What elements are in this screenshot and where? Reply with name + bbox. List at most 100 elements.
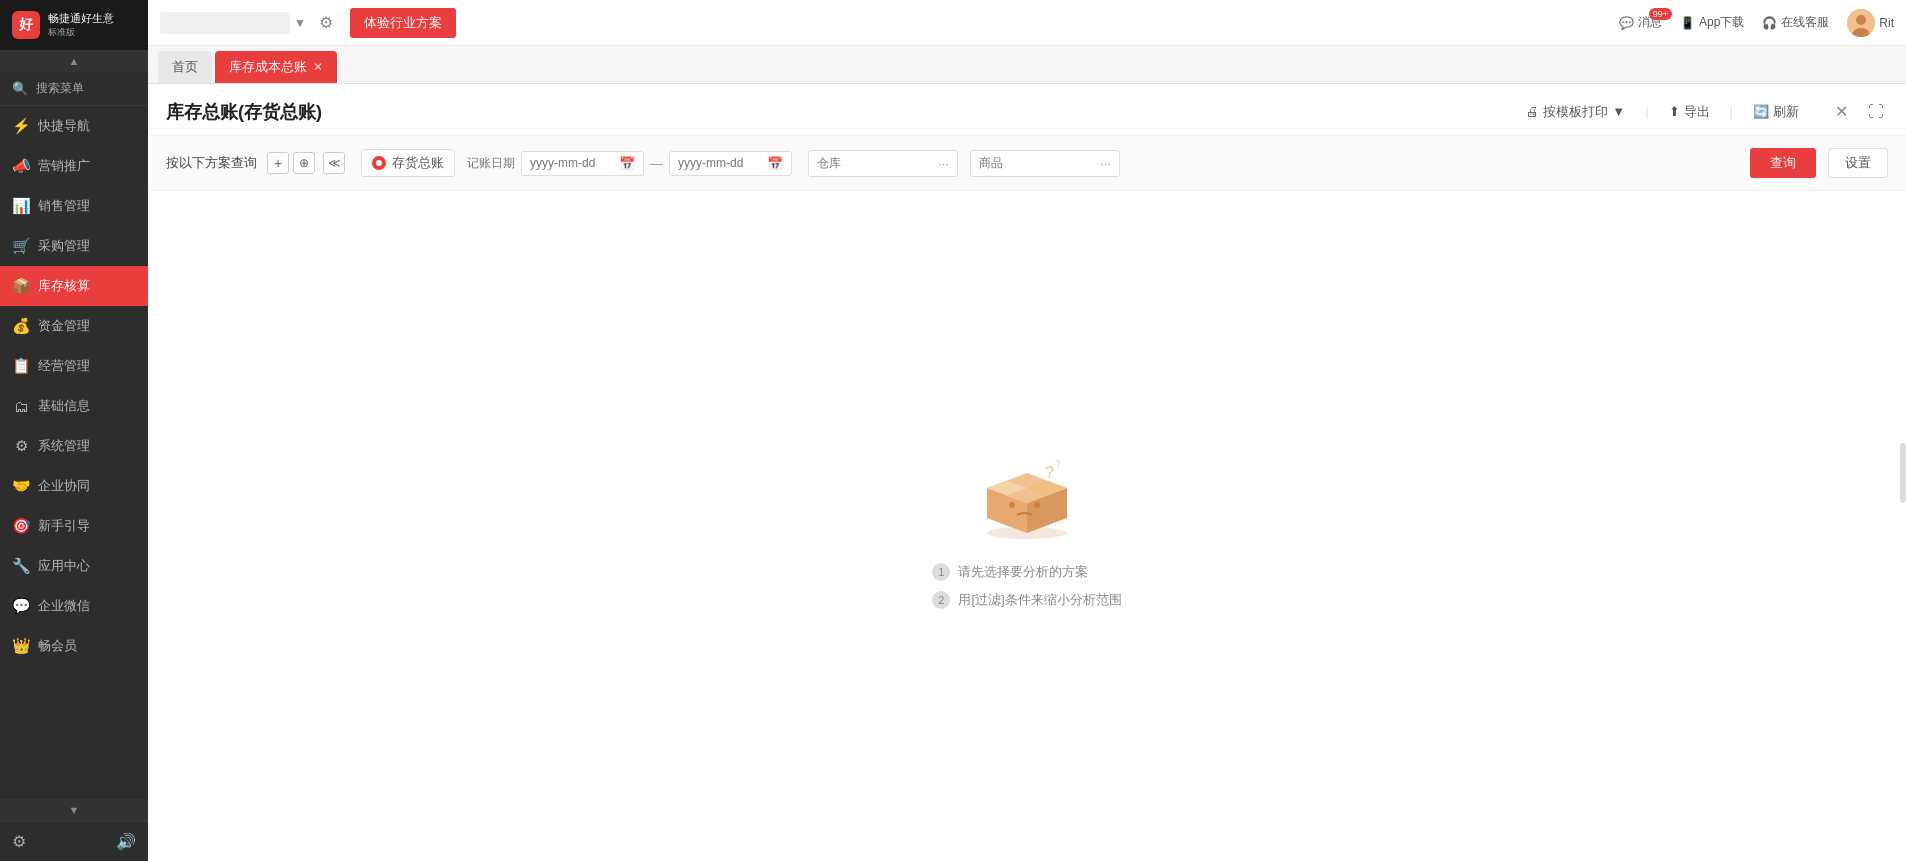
calendar-end-icon[interactable]: 📅	[767, 156, 783, 171]
filter-add-btn[interactable]: +	[267, 152, 289, 174]
page-header: 库存总账(存货总账) 🖨 按模板打印 ▼ | ⬆ 导出 | 🔄 刷新 ✕	[148, 84, 1906, 136]
svg-text:?: ?	[1045, 464, 1054, 481]
sidebar-item-enterprise[interactable]: 🤝 企业协同	[0, 466, 148, 506]
scroll-up-btn[interactable]: ▲	[0, 50, 148, 72]
search-menu-item[interactable]: 🔍 搜索菜单	[0, 72, 148, 106]
logo-name: 畅捷通好生意	[48, 11, 114, 25]
svg-text:?: ?	[1055, 459, 1061, 470]
online-service-btn[interactable]: 🎧 在线客服	[1762, 14, 1829, 31]
search-menu-label: 搜索菜单	[36, 80, 84, 97]
settings-btn[interactable]: 设置	[1828, 148, 1888, 178]
tip-text-2: 用[过滤]条件来缩小分析范围	[958, 591, 1121, 609]
panel-close-btn[interactable]: ✕	[1831, 98, 1852, 125]
sidebar-item-finance[interactable]: 💰 资金管理	[0, 306, 148, 346]
tip-num-2: 2	[932, 591, 950, 609]
headset-icon: 🎧	[1762, 16, 1777, 30]
header-gear-btn[interactable]: ⚙	[312, 9, 340, 37]
sidebar-item-appcenter[interactable]: 🔧 应用中心	[0, 546, 148, 586]
date-separator: —	[650, 156, 663, 171]
sidebar-item-label: 快捷导航	[38, 117, 90, 135]
warehouse-more-icon[interactable]: ···	[938, 156, 949, 171]
sidebar-item-system[interactable]: ⚙ 系统管理	[0, 426, 148, 466]
app-download-btn[interactable]: 📱 App下载	[1680, 14, 1744, 31]
empty-illustration: ? ?	[967, 433, 1087, 543]
sidebar-nav: ⚡ 快捷导航 📣 营销推广 📊 销售管理 🛒 采购管理 📦 库存核算 💰 资金管…	[0, 106, 148, 799]
scheme-name: 存货总账	[392, 154, 444, 172]
finance-icon: 💰	[12, 317, 30, 335]
empty-tips: 1 请先选择要分析的方案 2 用[过滤]条件来缩小分析范围	[932, 563, 1121, 619]
wechat-icon: 💬	[12, 597, 30, 615]
svg-point-1	[1856, 15, 1866, 25]
export-btn[interactable]: ⬆ 导出	[1661, 99, 1718, 125]
sidebar-item-newguide[interactable]: 🎯 新手引导	[0, 506, 148, 546]
date-end-wrap: 📅	[669, 151, 792, 176]
sidebar-item-label: 库存核算	[38, 277, 90, 295]
message-btn[interactable]: 💬 消息 99+	[1619, 14, 1662, 31]
tab-close-icon[interactable]: ✕	[313, 60, 323, 74]
sidebar-item-inventory[interactable]: 📦 库存核算	[0, 266, 148, 306]
sidebar-item-operation[interactable]: 📋 经营管理	[0, 346, 148, 386]
online-service-label: 在线客服	[1781, 14, 1829, 31]
tip-num-1: 1	[932, 563, 950, 581]
product-filter[interactable]: 商品 ···	[970, 150, 1120, 177]
sidebar-item-label: 应用中心	[38, 557, 90, 575]
scroll-indicator	[1900, 443, 1906, 503]
enterprise-icon: 🤝	[12, 477, 30, 495]
tab-inventory-cost[interactable]: 库存成本总账 ✕	[215, 51, 337, 83]
svg-point-9	[1009, 502, 1015, 508]
top-header: ▼ ⚙ 体验行业方案 💬 消息 99+ 📱 App下载 🎧 在线客服	[148, 0, 1906, 46]
warehouse-filter[interactable]: 仓库 ···	[808, 150, 958, 177]
tab-home-label: 首页	[172, 58, 198, 76]
sidebar-item-label: 销售管理	[38, 197, 90, 215]
sidebar-item-member[interactable]: 👑 畅会员	[0, 626, 148, 666]
sidebar-item-label: 企业微信	[38, 597, 90, 615]
product-label: 商品	[979, 155, 1096, 172]
purchase-icon: 🛒	[12, 237, 30, 255]
footer-speaker-icon[interactable]: 🔊	[116, 832, 136, 851]
date-start-wrap: 📅	[521, 151, 644, 176]
filter-scheme-btn[interactable]: ⊕	[293, 152, 315, 174]
sidebar-item-wechat[interactable]: 💬 企业微信	[0, 586, 148, 626]
industry-btn[interactable]: 体验行业方案	[350, 8, 456, 38]
date-end-input[interactable]	[678, 156, 763, 170]
sidebar-item-purchase[interactable]: 🛒 采购管理	[0, 226, 148, 266]
sidebar-item-marketing[interactable]: 📣 营销推广	[0, 146, 148, 186]
newguide-icon: 🎯	[12, 517, 30, 535]
operation-icon: 📋	[12, 357, 30, 375]
sidebar-item-label: 资金管理	[38, 317, 90, 335]
avatar	[1847, 9, 1875, 37]
refresh-icon: 🔄	[1753, 104, 1769, 119]
scheme-selector[interactable]: 存货总账	[361, 149, 455, 177]
sidebar-item-basic[interactable]: 🗂 基础信息	[0, 386, 148, 426]
print-icon: 🖨	[1526, 104, 1539, 119]
page-actions: 🖨 按模板打印 ▼ | ⬆ 导出 | 🔄 刷新 ✕ ⛶	[1518, 98, 1888, 125]
logo-icon: 好	[12, 11, 40, 39]
app-logo: 好 畅捷通好生意 标准版	[0, 0, 148, 50]
nav-dropdown-btn[interactable]: ▼	[294, 16, 306, 30]
empty-state: ? ? 1 请先选择要分析的方案 2 用[过滤]条件来缩小分析范围	[148, 191, 1906, 861]
product-more-icon[interactable]: ···	[1100, 156, 1111, 171]
tab-inventory-cost-label: 库存成本总账	[229, 58, 307, 76]
panel-expand-btn[interactable]: ⛶	[1864, 99, 1888, 125]
refresh-btn[interactable]: 🔄 刷新	[1745, 99, 1807, 125]
appcenter-icon: 🔧	[12, 557, 30, 575]
date-start-input[interactable]	[530, 156, 615, 170]
nav-search-input[interactable]	[160, 12, 290, 34]
query-btn[interactable]: 查询	[1750, 148, 1816, 178]
sidebar-item-quick-nav[interactable]: ⚡ 快捷导航	[0, 106, 148, 146]
filter-collapse-btn[interactable]: ≪	[323, 152, 345, 174]
basic-icon: 🗂	[12, 398, 30, 415]
refresh-label: 刷新	[1773, 103, 1799, 121]
sidebar-item-label: 新手引导	[38, 517, 90, 535]
sidebar-item-sales[interactable]: 📊 销售管理	[0, 186, 148, 226]
footer-settings-icon[interactable]: ⚙	[12, 832, 26, 851]
tab-home[interactable]: 首页	[158, 51, 212, 83]
scroll-down-btn[interactable]: ▼	[0, 799, 148, 821]
print-btn[interactable]: 🖨 按模板打印 ▼	[1518, 99, 1633, 125]
member-icon: 👑	[12, 637, 30, 655]
calendar-start-icon[interactable]: 📅	[619, 156, 635, 171]
filter-right: 查询 设置	[1740, 148, 1888, 178]
print-label: 按模板打印	[1543, 103, 1608, 121]
user-area[interactable]: Rit	[1847, 9, 1894, 37]
header-left: ▼ ⚙ 体验行业方案	[160, 8, 1619, 38]
